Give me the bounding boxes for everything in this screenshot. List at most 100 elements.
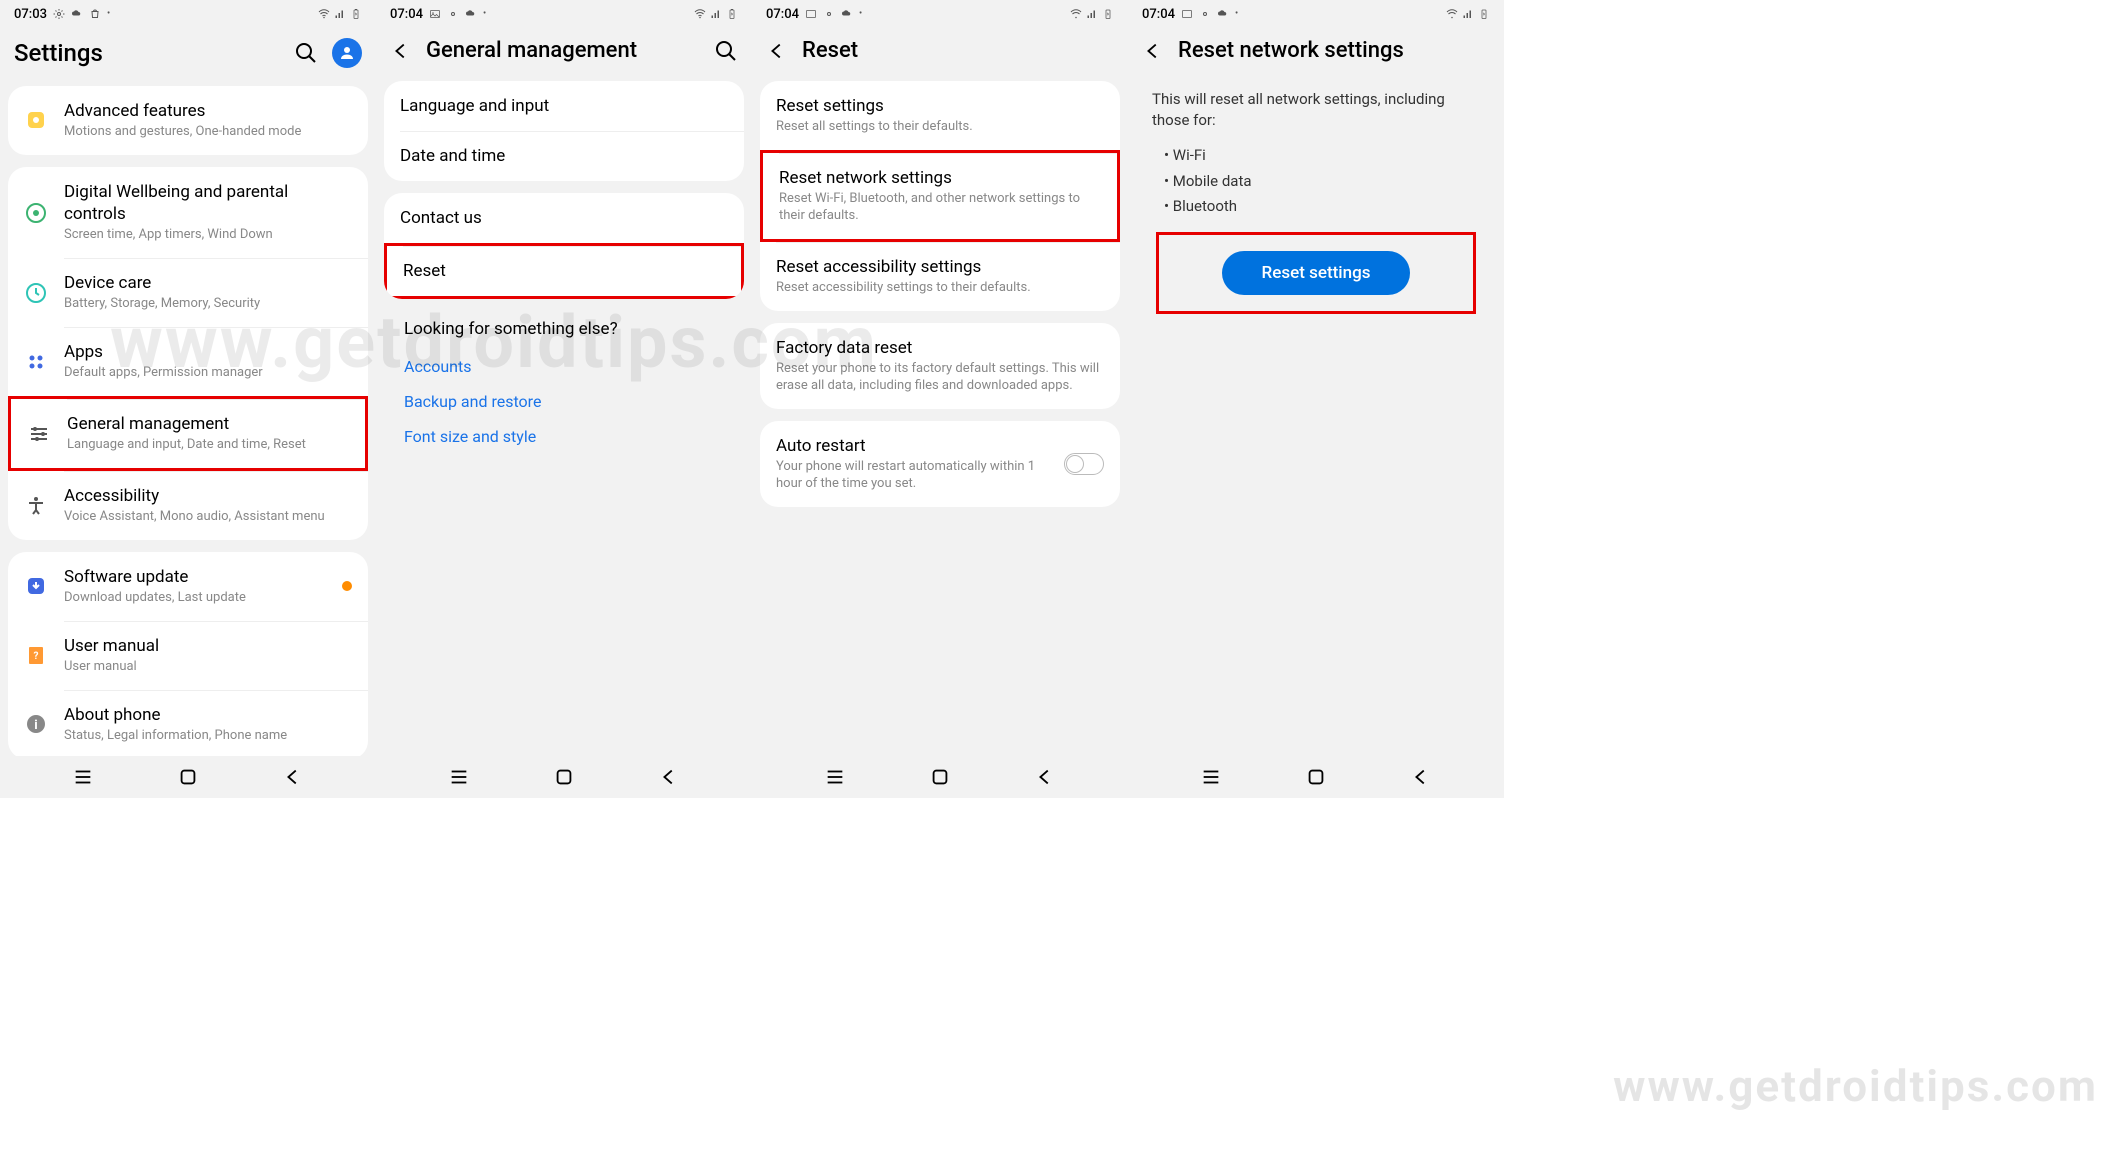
cloud-icon — [71, 8, 83, 20]
profile-avatar[interactable] — [332, 38, 362, 68]
row-title: Digital Wellbeing and parental controls — [64, 181, 352, 225]
row-subtitle: Language and input, Date and time, Reset — [67, 437, 349, 454]
home-button[interactable] — [1305, 766, 1327, 788]
settings-row[interactable]: Language and input — [384, 81, 744, 131]
wellbeing-icon — [24, 201, 48, 225]
phone-reset: 07:04 • Reset Reset settingsReset all se… — [752, 0, 1128, 798]
row-text: Software updateDownload updates, Last up… — [64, 566, 326, 607]
link[interactable]: Backup and restore — [404, 384, 724, 419]
settings-row[interactable]: Device careBattery, Storage, Memory, Sec… — [8, 258, 368, 327]
settings-row[interactable]: Date and time — [384, 131, 744, 181]
clock: 07:03 — [14, 7, 47, 22]
battery-icon — [726, 8, 738, 20]
gear-icon — [1199, 8, 1211, 20]
battery-icon — [1478, 8, 1490, 20]
settings-row[interactable]: iAbout phoneStatus, Legal information, P… — [8, 690, 368, 756]
section-label: Looking for something else? — [384, 311, 744, 349]
settings-row[interactable]: Apps Default apps, Permission manager — [8, 327, 368, 396]
settings-card: Factory data resetReset your phone to it… — [760, 323, 1120, 409]
general-icon — [27, 422, 51, 446]
row-title: Reset accessibility settings — [776, 256, 1104, 278]
bullet-item: • Mobile data — [1164, 169, 1468, 195]
advanced-icon — [24, 108, 48, 132]
row-title: Apps — [64, 341, 352, 363]
devicecare-icon — [24, 281, 48, 305]
clock: 07:04 — [390, 7, 423, 22]
row-text: Reset — [403, 260, 725, 282]
row-text: Reset settingsReset all settings to thei… — [776, 95, 1104, 136]
settings-row[interactable]: Software updateDownload updates, Last up… — [8, 552, 368, 621]
back-button[interactable] — [1142, 40, 1164, 62]
home-button[interactable] — [929, 766, 951, 788]
nav-bar — [376, 756, 752, 798]
bag-icon — [89, 8, 101, 20]
header: Settings — [0, 28, 376, 86]
settings-row[interactable]: Advanced features Motions and gestures, O… — [8, 86, 368, 155]
link[interactable]: Accounts — [404, 349, 724, 384]
settings-row[interactable]: Reset network settingsReset Wi-Fi, Bluet… — [760, 150, 1120, 242]
bullet-item: • Bluetooth — [1164, 194, 1468, 220]
status-bar: 07:04 • — [1128, 0, 1504, 28]
row-text: Digital Wellbeing and parental controlsS… — [64, 181, 352, 244]
image-icon — [805, 8, 817, 20]
description: This will reset all network settings, in… — [1136, 81, 1496, 139]
image-icon — [429, 8, 441, 20]
home-button[interactable] — [553, 766, 575, 788]
row-text: Device careBattery, Storage, Memory, Sec… — [64, 272, 352, 313]
toggle-switch[interactable] — [1064, 453, 1104, 475]
settings-row[interactable]: Reset accessibility settingsReset access… — [760, 242, 1120, 311]
back-nav-button[interactable] — [282, 766, 304, 788]
row-title: Reset — [403, 260, 725, 282]
header: General management — [376, 28, 752, 81]
notification-badge — [342, 581, 352, 591]
header: Reset network settings — [1128, 28, 1504, 81]
content: This will reset all network settings, in… — [1128, 81, 1504, 756]
row-text: General managementLanguage and input, Da… — [67, 413, 349, 454]
back-nav-button[interactable] — [1410, 766, 1432, 788]
row-title: Advanced features — [64, 100, 352, 122]
row-text: Contact us — [400, 207, 728, 229]
settings-row[interactable]: AccessibilityVoice Assistant, Mono audio… — [8, 471, 368, 540]
back-nav-button[interactable] — [658, 766, 680, 788]
wifi-icon — [1070, 8, 1082, 20]
recents-button[interactable] — [1200, 766, 1222, 788]
more-icon: • — [1235, 9, 1238, 19]
row-subtitle: Your phone will restart automatically wi… — [776, 459, 1048, 493]
page-title: Settings — [14, 39, 280, 67]
settings-row[interactable]: Digital Wellbeing and parental controlsS… — [8, 167, 368, 258]
settings-card: Software updateDownload updates, Last up… — [8, 552, 368, 756]
settings-row[interactable]: Reset — [384, 243, 744, 299]
search-button[interactable] — [294, 41, 318, 65]
recents-button[interactable] — [72, 766, 94, 788]
row-title: Reset settings — [776, 95, 1104, 117]
back-nav-button[interactable] — [1034, 766, 1056, 788]
settings-card: Language and inputDate and time — [384, 81, 744, 181]
recents-button[interactable] — [448, 766, 470, 788]
row-subtitle: Default apps, Permission manager — [64, 365, 352, 382]
settings-card: Reset settingsReset all settings to thei… — [760, 81, 1120, 311]
back-button[interactable] — [390, 40, 412, 62]
search-button[interactable] — [714, 39, 738, 63]
settings-row[interactable]: Reset settingsReset all settings to thei… — [760, 81, 1120, 150]
home-button[interactable] — [177, 766, 199, 788]
signal-icon — [1462, 8, 1474, 20]
recents-button[interactable] — [824, 766, 846, 788]
row-title: About phone — [64, 704, 352, 726]
reset-settings-button[interactable]: Reset settings — [1222, 251, 1411, 295]
phone-reset-network: 07:04 • Reset network settings This will… — [1128, 0, 1504, 798]
row-subtitle: Motions and gestures, One-handed mode — [64, 124, 352, 141]
row-subtitle: Status, Legal information, Phone name — [64, 728, 352, 745]
settings-row[interactable]: Factory data resetReset your phone to it… — [760, 323, 1120, 409]
row-text: Apps Default apps, Permission manager — [64, 341, 352, 382]
settings-row[interactable]: General managementLanguage and input, Da… — [8, 396, 368, 471]
row-subtitle: Battery, Storage, Memory, Security — [64, 296, 352, 313]
row-text: Reset network settingsReset Wi-Fi, Bluet… — [779, 167, 1101, 225]
row-title: Auto restart — [776, 435, 1048, 457]
back-button[interactable] — [766, 40, 788, 62]
settings-row[interactable]: Contact us — [384, 193, 744, 243]
settings-row[interactable]: Auto restartYour phone will restart auto… — [760, 421, 1120, 507]
gear-icon — [53, 8, 65, 20]
link[interactable]: Font size and style — [404, 419, 724, 454]
settings-row[interactable]: ?User manualUser manual — [8, 621, 368, 690]
wifi-icon — [1446, 8, 1458, 20]
